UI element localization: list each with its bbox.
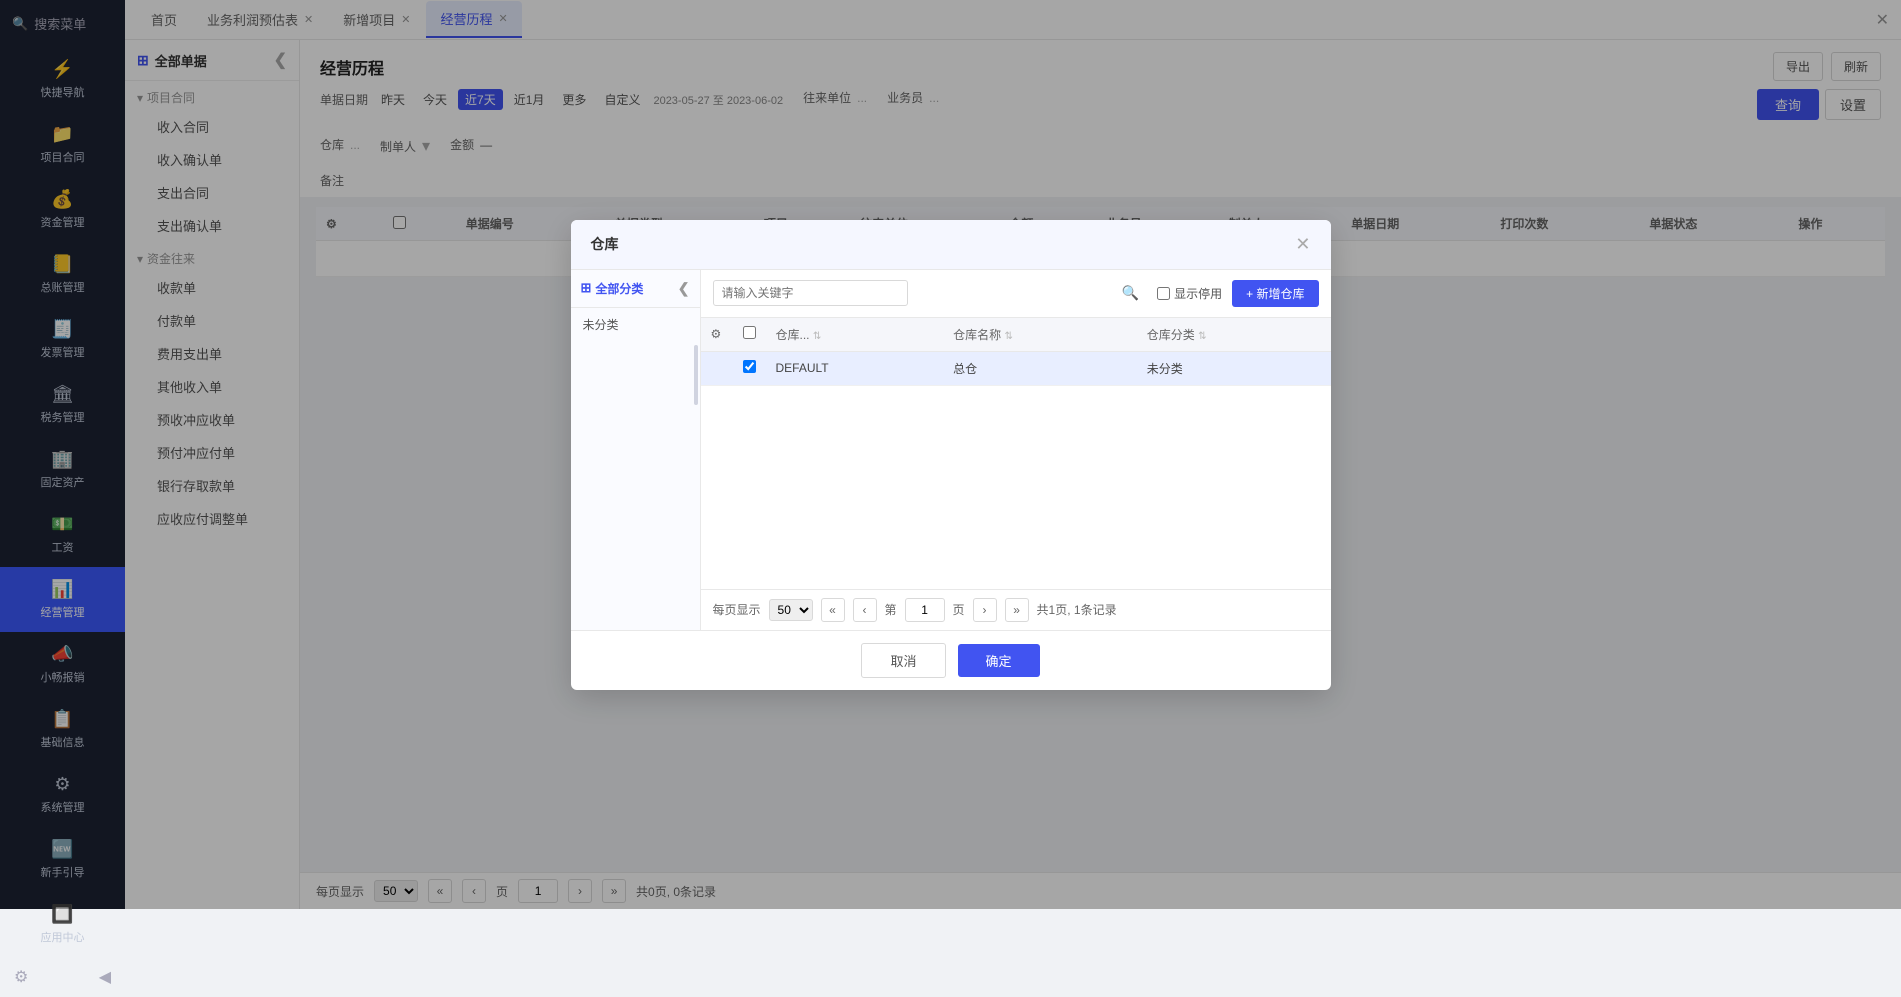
- row-check[interactable]: [733, 351, 766, 385]
- show-disabled-label[interactable]: 显示停用: [1157, 285, 1222, 302]
- modal-sidebar-collapse-icon[interactable]: ❮: [678, 280, 690, 297]
- modal-sidebar: ⊞ 全部分类 ❮ 未分类: [571, 270, 701, 630]
- modal-overlay[interactable]: 仓库 ✕ ⊞ 全部分类 ❮ 未分类: [0, 0, 1901, 909]
- sidebar-bottom: ⚙ ◀: [0, 957, 125, 997]
- modal-total-records: 共1页, 1条记录: [1037, 601, 1117, 618]
- row-category: 未分类: [1137, 351, 1331, 385]
- modal-close-button[interactable]: ✕: [1295, 234, 1310, 255]
- modal-title: 仓库: [591, 234, 619, 254]
- modal-cancel-button[interactable]: 取消: [861, 643, 945, 678]
- modal-pagination: 每页显示 50 « ‹ 第 页 › » 共1页, 1条记录: [701, 589, 1331, 630]
- search-wrap: 🔍: [713, 280, 1148, 306]
- collapse-icon[interactable]: ◀: [99, 967, 111, 987]
- show-disabled-checkbox[interactable]: [1157, 287, 1170, 300]
- modal-page-end-label: 页: [953, 601, 965, 618]
- modal-col-category: 仓库分类 ⇅: [1137, 318, 1331, 352]
- modal-last-page[interactable]: »: [1005, 598, 1029, 622]
- sort-category-icon[interactable]: ⇅: [1198, 331, 1206, 342]
- modal-confirm-button[interactable]: 确定: [958, 644, 1040, 677]
- add-warehouse-button[interactable]: + 新增仓库: [1232, 280, 1318, 307]
- modal-content-area: 🔍 显示停用 + 新增仓库 ⚙: [701, 270, 1331, 630]
- warehouse-modal: 仓库 ✕ ⊞ 全部分类 ❮ 未分类: [571, 220, 1331, 690]
- modal-col-gear: ⚙: [701, 318, 733, 352]
- warehouse-search-input[interactable]: [713, 280, 908, 306]
- modal-warehouse-table: ⚙ 仓库... ⇅ 仓库名称 ⇅: [701, 318, 1331, 386]
- settings-icon[interactable]: ⚙: [14, 967, 28, 987]
- modal-col-code: 仓库... ⇅: [766, 318, 944, 352]
- modal-toolbar: 🔍 显示停用 + 新增仓库: [701, 270, 1331, 318]
- row-gear: [701, 351, 733, 385]
- modal-table-wrap: ⚙ 仓库... ⇅ 仓库名称 ⇅: [701, 318, 1331, 589]
- modal-sidebar-header: ⊞ 全部分类 ❮: [571, 270, 700, 308]
- modal-body: ⊞ 全部分类 ❮ 未分类 🔍: [571, 270, 1331, 630]
- sort-name-icon[interactable]: ⇅: [1004, 331, 1012, 342]
- modal-header: 仓库 ✕: [571, 220, 1331, 270]
- grid-icon-modal: ⊞: [581, 280, 592, 296]
- modal-actions: 取消 确定: [571, 630, 1331, 690]
- modal-next-page[interactable]: ›: [973, 598, 997, 622]
- modal-col-name: 仓库名称 ⇅: [943, 318, 1137, 352]
- modal-page-input[interactable]: [905, 598, 945, 622]
- sort-code-icon[interactable]: ⇅: [813, 331, 821, 342]
- modal-select-all[interactable]: [743, 326, 756, 339]
- modal-page-label: 第: [885, 601, 897, 618]
- modal-prev-page[interactable]: ‹: [853, 598, 877, 622]
- row-name: 总仓: [943, 351, 1137, 385]
- modal-col-check: [733, 318, 766, 352]
- row-checkbox[interactable]: [743, 360, 756, 373]
- row-code: DEFAULT: [766, 351, 944, 385]
- modal-per-page-select[interactable]: 50: [769, 599, 813, 621]
- modal-table-row[interactable]: DEFAULT 总仓 未分类: [701, 351, 1331, 385]
- modal-sidebar-item-uncategorized[interactable]: 未分类: [571, 308, 700, 341]
- modal-per-page-label: 每页显示: [713, 601, 761, 618]
- search-icon[interactable]: 🔍: [1122, 285, 1139, 302]
- modal-first-page[interactable]: «: [821, 598, 845, 622]
